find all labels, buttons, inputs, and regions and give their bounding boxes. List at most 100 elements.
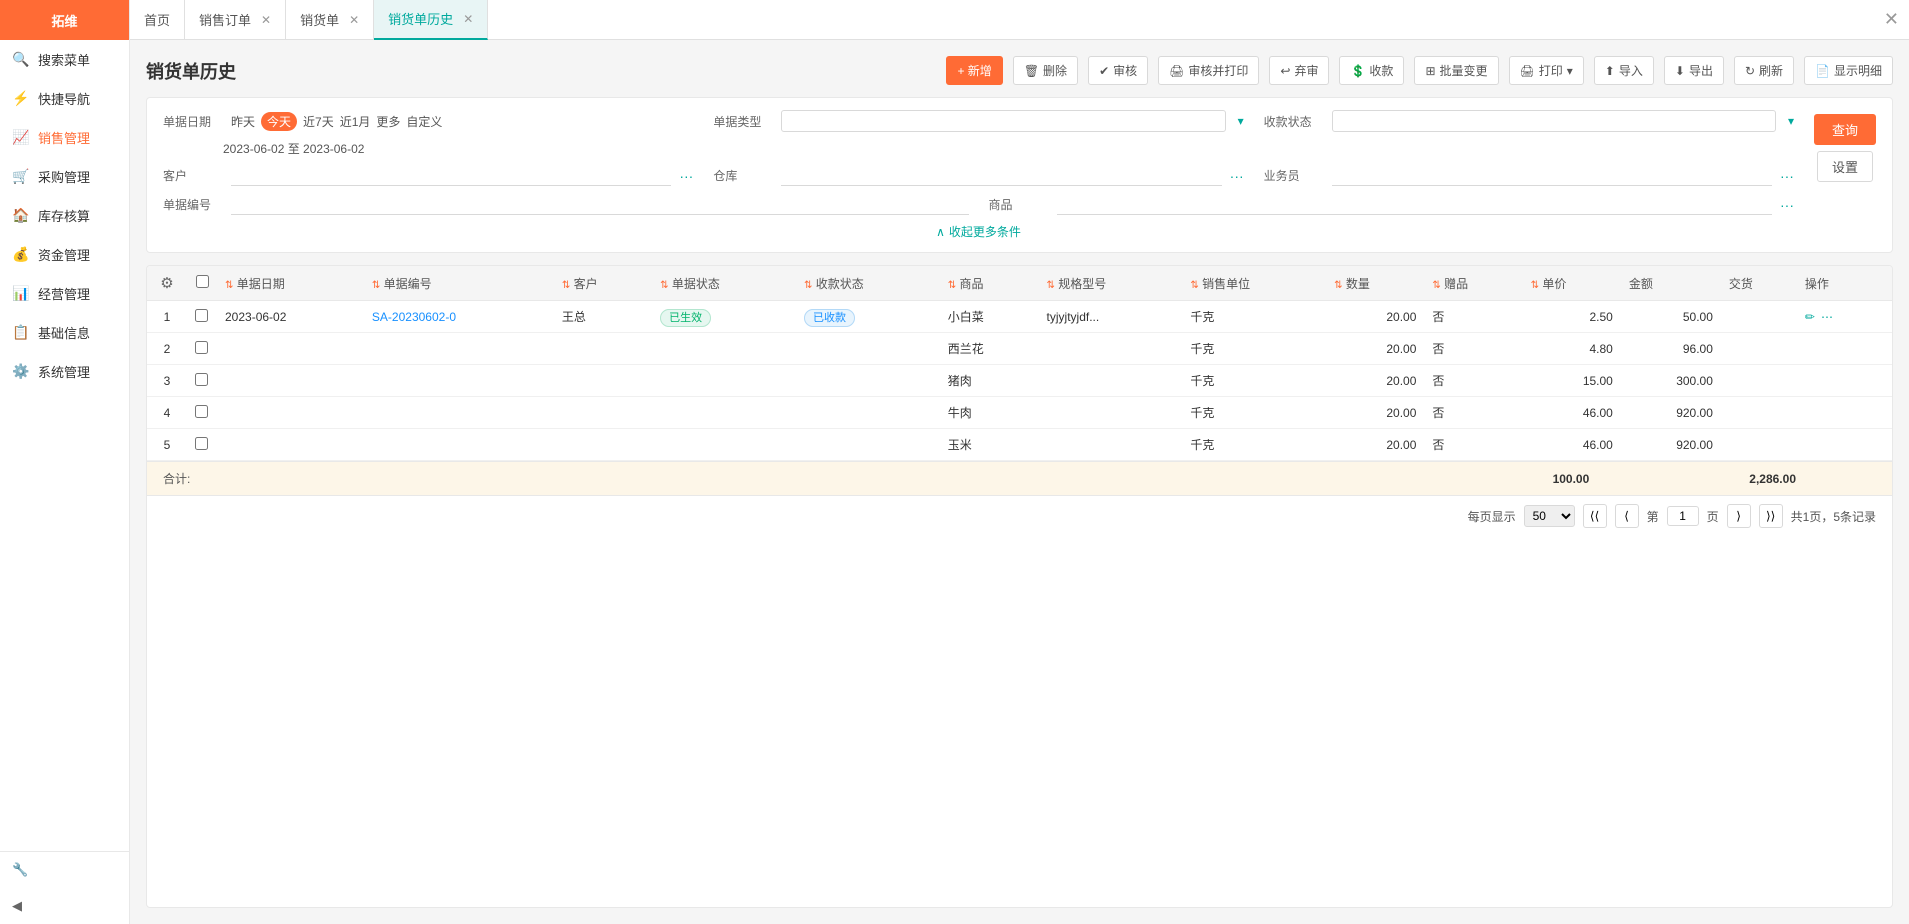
sidebar-logo: 拓维: [0, 0, 129, 40]
cell-doc-number: [364, 333, 554, 365]
select-all-checkbox[interactable]: [196, 275, 209, 288]
row-checkbox[interactable]: [195, 405, 208, 418]
shortcut-today[interactable]: 今天: [261, 112, 297, 131]
tab-close-sales-order[interactable]: ✕: [261, 13, 271, 27]
col-header-check[interactable]: [187, 266, 217, 301]
col-header-goods[interactable]: ⇅ 商品: [940, 266, 1039, 301]
sidebar-collapse-btn[interactable]: ◀: [0, 888, 129, 924]
more-action-btn[interactable]: ⋯: [1821, 310, 1833, 324]
customer-picker-btn[interactable]: ···: [679, 168, 693, 184]
col-header-sales-unit[interactable]: ⇅ 销售单位: [1182, 266, 1326, 301]
cell-payment-status: [796, 397, 940, 429]
cell-customer: 王总: [554, 301, 652, 333]
cell-sales-unit: 千克: [1182, 333, 1326, 365]
sidebar-item-search-menu[interactable]: 🔍 搜索菜单: [0, 40, 129, 79]
cell-action: [1797, 365, 1892, 397]
sidebar-item-system-mgmt[interactable]: ⚙️ 系统管理: [0, 352, 129, 391]
row-checkbox[interactable]: [195, 437, 208, 450]
cell-action: [1797, 333, 1892, 365]
col-header-quantity[interactable]: ⇅ 数量: [1326, 266, 1424, 301]
total-records-info: 共1页，5条记录: [1791, 508, 1876, 525]
first-page-btn[interactable]: ⟨⟨: [1583, 504, 1607, 528]
edit-action-btn[interactable]: ✏: [1805, 310, 1815, 324]
prev-page-btn[interactable]: ⟨: [1615, 504, 1639, 528]
shortcut-7days[interactable]: 近7天: [303, 113, 334, 130]
shortcut-yesterday[interactable]: 昨天: [231, 113, 255, 130]
col-header-settings[interactable]: ⚙: [147, 266, 187, 301]
last-page-btn[interactable]: ⟩⟩: [1759, 504, 1783, 528]
sidebar-item-quick-nav[interactable]: ⚡ 快捷导航: [0, 79, 129, 118]
sidebar-item-label: 搜索菜单: [38, 50, 90, 69]
cart-icon: 🛒: [12, 168, 30, 186]
next-page-btn[interactable]: ⟩: [1727, 504, 1751, 528]
batch-change-button[interactable]: ⊞ 批量变更: [1414, 56, 1498, 85]
table-row: 5玉米千克20.00否46.00920.00: [147, 429, 1892, 461]
shortcut-1month[interactable]: 近1月: [340, 113, 371, 130]
doc-number-link[interactable]: SA-20230602-0: [372, 310, 456, 324]
tab-sales-delivery[interactable]: 销货单 ✕: [286, 0, 374, 40]
col-header-spec-type[interactable]: ⇅ 规格型号: [1039, 266, 1183, 301]
tab-close-sales-delivery[interactable]: ✕: [349, 13, 359, 27]
customer-input[interactable]: [231, 165, 671, 186]
col-header-payment-status[interactable]: ⇅ 收款状态: [796, 266, 940, 301]
salesperson-picker-btn[interactable]: ···: [1780, 168, 1794, 184]
per-page-select[interactable]: 50 100 200: [1524, 505, 1575, 527]
sidebar-settings-btn[interactable]: 🔧: [0, 852, 129, 888]
warehouse-picker-btn[interactable]: ···: [1230, 168, 1244, 184]
sidebar-item-operations-mgmt[interactable]: 📊 经营管理: [0, 274, 129, 313]
doc-type-input[interactable]: [781, 110, 1225, 132]
abandon-button[interactable]: ↩ 弃审: [1269, 56, 1329, 85]
new-button[interactable]: + 新增: [946, 56, 1002, 85]
cell-gift: 否: [1424, 397, 1522, 429]
shortcut-more[interactable]: 更多: [376, 113, 400, 130]
tab-home[interactable]: 首页: [130, 0, 185, 40]
import-button[interactable]: ⬆ 导入: [1594, 56, 1654, 85]
print-button[interactable]: 🖨 打印 ▾: [1509, 56, 1584, 85]
settings-gear-icon[interactable]: ⚙: [160, 275, 173, 292]
collect-button[interactable]: 💲 收款: [1339, 56, 1404, 85]
page-number-input[interactable]: [1667, 506, 1699, 526]
sidebar-item-sales-mgmt[interactable]: 📈 销售管理: [0, 118, 129, 157]
col-header-gift[interactable]: ⇅ 赠品: [1424, 266, 1522, 301]
sidebar-item-inventory-calc[interactable]: 🏠 库存核算: [0, 196, 129, 235]
warehouse-input[interactable]: [781, 165, 1221, 186]
sidebar-item-basic-info[interactable]: 📋 基础信息: [0, 313, 129, 352]
payment-status-input[interactable]: [1332, 110, 1776, 132]
review-button[interactable]: ✔ 审核: [1088, 56, 1148, 85]
query-button[interactable]: 查询: [1814, 114, 1876, 145]
close-all-tabs-icon[interactable]: ✕: [1884, 9, 1899, 30]
refresh-button[interactable]: ↻ 刷新: [1734, 56, 1794, 85]
cell-gift: 否: [1424, 301, 1522, 333]
collapse-more-btn[interactable]: ∧ 收起更多条件: [936, 223, 1021, 240]
tab-sales-order[interactable]: 销售订单 ✕: [185, 0, 286, 40]
sidebar-item-finance-mgmt[interactable]: 💰 资金管理: [0, 235, 129, 274]
goods-input[interactable]: [1057, 194, 1773, 215]
settings-button[interactable]: 设置: [1817, 151, 1873, 182]
show-detail-button[interactable]: 📄 显示明细: [1804, 56, 1893, 85]
salesperson-input[interactable]: [1332, 165, 1772, 186]
collapse-icon: ◀: [12, 898, 22, 914]
tab-close-sales-history[interactable]: ✕: [463, 12, 473, 26]
col-header-customer[interactable]: ⇅ 客户: [554, 266, 652, 301]
row-checkbox[interactable]: [195, 309, 208, 322]
col-header-doc-number[interactable]: ⇅ 单据编号: [364, 266, 554, 301]
tab-sales-history[interactable]: 销货单历史 ✕: [374, 0, 488, 40]
total-quantity: 100.00: [1553, 472, 1590, 486]
sidebar-item-purchase-mgmt[interactable]: 🛒 采购管理: [0, 157, 129, 196]
table-row: 2西兰花千克20.00否4.8096.00: [147, 333, 1892, 365]
col-header-doc-date[interactable]: ⇅ 单据日期: [217, 266, 364, 301]
review-print-button[interactable]: 🖨 审核并打印: [1158, 56, 1259, 85]
col-header-unit-price[interactable]: ⇅ 单价: [1523, 266, 1621, 301]
cell-check: [187, 301, 217, 333]
delete-button[interactable]: 🗑 删除: [1013, 56, 1078, 85]
row-checkbox[interactable]: [195, 341, 208, 354]
shortcut-custom[interactable]: 自定义: [406, 113, 442, 130]
goods-picker-btn[interactable]: ···: [1780, 197, 1794, 213]
table-header-row: ⚙ ⇅ 单据日期 ⇅ 单据编号: [147, 266, 1892, 301]
row-checkbox[interactable]: [195, 373, 208, 386]
doc-number-input[interactable]: [231, 194, 969, 215]
export-button[interactable]: ⬇ 导出: [1664, 56, 1724, 85]
table-body: 12023-06-02SA-20230602-0王总已生效已收款小白菜tyjyj…: [147, 301, 1892, 461]
doc-number-label: 单据编号: [163, 196, 223, 213]
col-header-doc-status[interactable]: ⇅ 单据状态: [652, 266, 796, 301]
